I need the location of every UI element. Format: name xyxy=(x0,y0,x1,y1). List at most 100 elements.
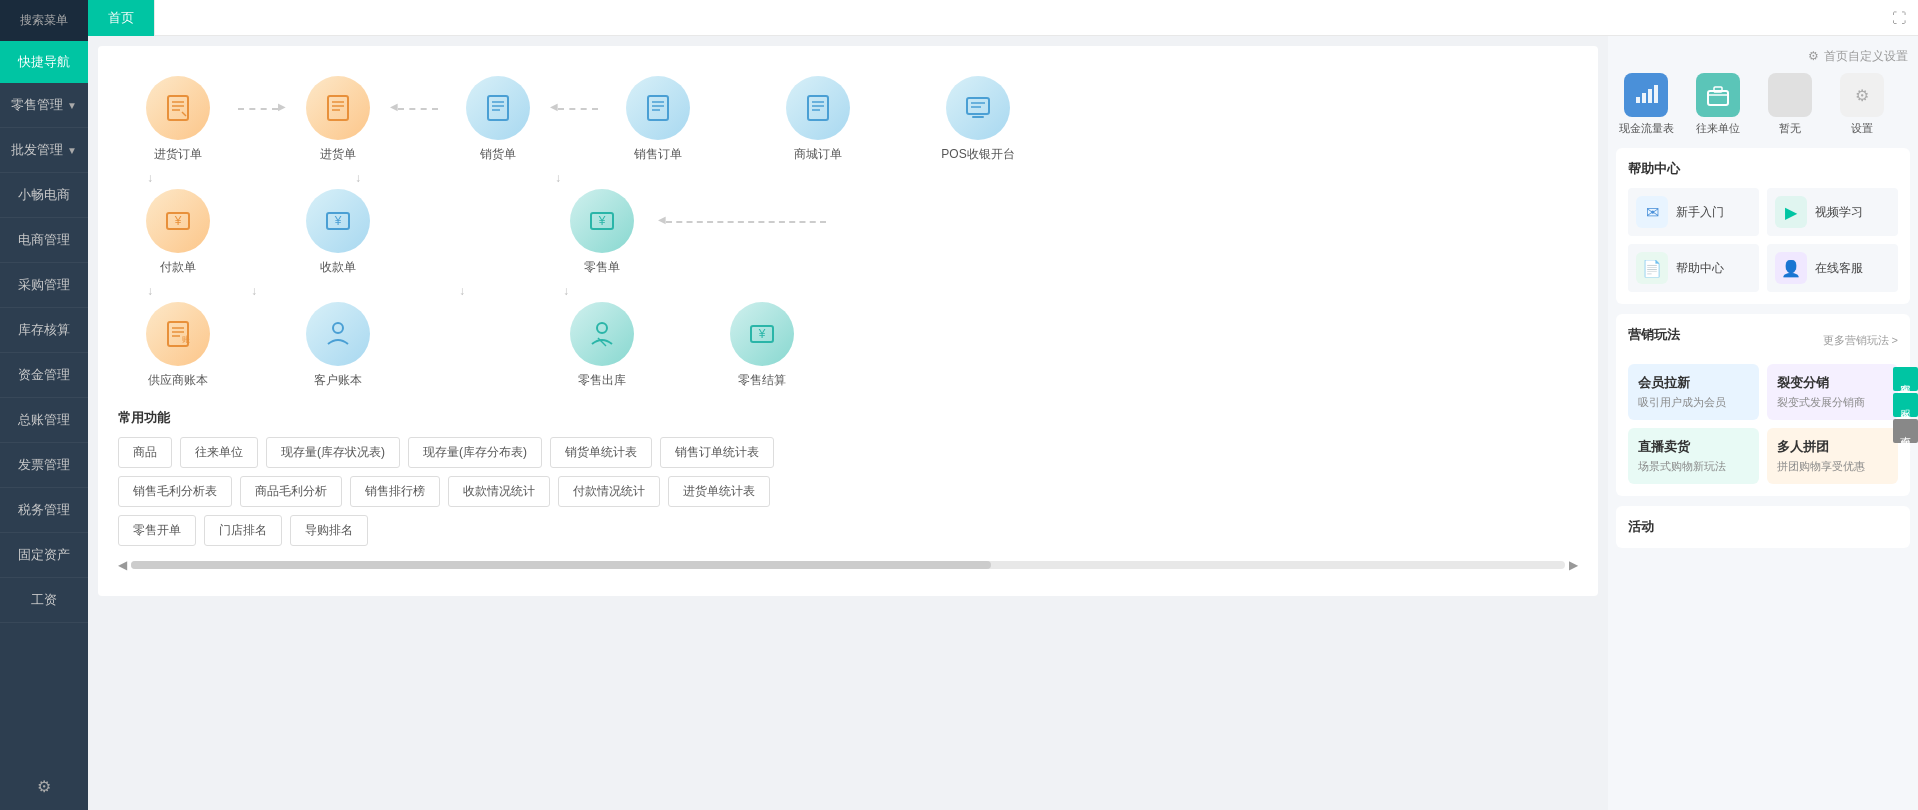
flow-node-retail-settle[interactable]: ¥ 零售结算 xyxy=(702,302,822,389)
help-label: 帮助中心 xyxy=(1676,260,1724,277)
white-card: 进货订单 xyxy=(98,46,1598,596)
marketing-member[interactable]: 会员拉新 吸引用户成为会员 xyxy=(1628,364,1759,420)
sidebar-settings-icon[interactable]: ⚙ xyxy=(0,763,88,810)
marketing-split[interactable]: 裂变分销 裂变式发展分销商 xyxy=(1767,364,1898,420)
func-btn-sales-order-stats[interactable]: 销售订单统计表 xyxy=(660,437,774,468)
svg-rect-12 xyxy=(648,96,668,120)
flow-node-supplier-account[interactable]: 账 供应商账本 xyxy=(118,302,238,389)
func-btn-units[interactable]: 往来单位 xyxy=(180,437,258,468)
scroll-thumb xyxy=(131,561,991,569)
cash-flow-icon xyxy=(1624,73,1668,117)
func-btn-stock-dist[interactable]: 现存量(库存分布表) xyxy=(408,437,542,468)
svg-text:¥: ¥ xyxy=(758,327,766,341)
flow-node-mall-order[interactable]: 商城订单 xyxy=(758,76,878,163)
common-functions: 常用功能 商品 往来单位 现存量(库存状况表) 现存量(库存分布表) 销货单统计… xyxy=(118,409,1578,546)
func-btn-guide-rank[interactable]: 导购排名 xyxy=(290,515,368,546)
quick-icon-cash-flow[interactable]: 现金流量表 xyxy=(1616,73,1676,136)
activity-title: 活动 xyxy=(1628,518,1898,536)
float-btn-desktop[interactable]: 桌面快捷 xyxy=(1893,419,1918,443)
scroll-right-arrow[interactable]: ▶ xyxy=(1569,558,1578,572)
marketing-group[interactable]: 多人拼团 拼团购物享受优惠 xyxy=(1767,428,1898,484)
sidebar-item-ecommerce[interactable]: 电商管理 xyxy=(0,218,88,263)
func-btn-store-rank[interactable]: 门店排名 xyxy=(204,515,282,546)
func-btn-payment-stats[interactable]: 付款情况统计 xyxy=(558,476,660,507)
flow-node-receipt[interactable]: ¥ 收款单 xyxy=(278,189,398,276)
flow-node-purchase-bill[interactable]: 进货单 xyxy=(278,76,398,163)
scroll-left-arrow[interactable]: ◀ xyxy=(118,558,127,572)
sidebar-item-payroll[interactable]: 工资 xyxy=(0,578,88,623)
svg-text:¥: ¥ xyxy=(334,214,342,228)
sidebar-item-ledger[interactable]: 总账管理 xyxy=(0,398,88,443)
flow-node-sales-bill[interactable]: 销货单 xyxy=(438,76,558,163)
flow-node-sales-order[interactable]: 销售订单 xyxy=(598,76,718,163)
quick-icon-units[interactable]: 往来单位 xyxy=(1688,73,1748,136)
func-btn-goods[interactable]: 商品 xyxy=(118,437,172,468)
svg-rect-4 xyxy=(328,96,348,120)
svg-rect-46 xyxy=(1714,87,1722,92)
flow-node-customer-account[interactable]: 客户账本 xyxy=(278,302,398,389)
flow-node-retail-bill[interactable]: ¥ 零售单 xyxy=(542,189,662,276)
help-item-help[interactable]: 📄 帮助中心 xyxy=(1628,244,1759,292)
flow-node-pos[interactable]: POS收银开台 xyxy=(918,76,1038,163)
sidebar-quick-nav[interactable]: 快捷导航 xyxy=(0,41,88,83)
flow-node-payment[interactable]: ¥ 付款单 xyxy=(118,189,238,276)
topbar: 首页 ⛶ xyxy=(88,0,1918,36)
sidebar-item-purchase[interactable]: 采购管理 xyxy=(0,263,88,308)
flow-diagram: 进货订单 xyxy=(118,66,1578,399)
group-title: 多人拼团 xyxy=(1777,438,1888,456)
sidebar-item-finance[interactable]: 资金管理 xyxy=(0,353,88,398)
home-customize[interactable]: ⚙ 首页自定义设置 xyxy=(1616,44,1910,73)
quick-icons-row: 现金流量表 往来单位 暂无 xyxy=(1616,73,1910,136)
sidebar-search[interactable]: 搜索菜单 xyxy=(0,0,88,41)
func-btn-sales-rank[interactable]: 销售排行榜 xyxy=(350,476,440,507)
expand-icon[interactable]: ⛶ xyxy=(1880,10,1918,26)
settings-icon: ⚙ xyxy=(1808,49,1819,63)
arrow-purchase-to-bill xyxy=(238,108,278,110)
chevron-down-icon: ▼ xyxy=(67,145,77,156)
activity-section: 活动 xyxy=(1616,506,1910,548)
flow-node-purchase-order[interactable]: 进货订单 xyxy=(118,76,238,163)
video-label: 视频学习 xyxy=(1815,204,1863,221)
customer-account-icon xyxy=(306,302,370,366)
sidebar-item-inventory[interactable]: 库存核算 xyxy=(0,308,88,353)
help-grid: ✉ 新手入门 ▶ 视频学习 📄 帮助中心 👤 在线客服 xyxy=(1628,188,1898,292)
float-btn-community[interactable]: 服务社区 xyxy=(1893,393,1918,417)
mall-order-icon xyxy=(786,76,850,140)
sidebar-item-invoice[interactable]: 发票管理 xyxy=(0,443,88,488)
func-btn-receipt-stats[interactable]: 收款情况统计 xyxy=(448,476,550,507)
func-btn-sales-stats[interactable]: 销货单统计表 xyxy=(550,437,652,468)
customer-account-label: 客户账本 xyxy=(314,372,362,389)
sidebar-item-wholesale[interactable]: 批发管理 ▼ xyxy=(0,128,88,173)
settings-icon-box: ⚙ xyxy=(1840,73,1884,117)
more-marketing-link[interactable]: 更多营销玩法 > xyxy=(1823,333,1898,348)
scroll-track[interactable] xyxy=(131,561,1565,569)
purchase-order-icon xyxy=(146,76,210,140)
marketing-live[interactable]: 直播卖货 场景式购物新玩法 xyxy=(1628,428,1759,484)
floating-buttons: 客服热线 服务社区 桌面快捷 xyxy=(1893,367,1918,443)
sidebar-item-tax[interactable]: 税务管理 xyxy=(0,488,88,533)
svg-rect-44 xyxy=(1708,91,1728,105)
pos-label: POS收银开台 xyxy=(941,146,1014,163)
func-btn-purchase-stats[interactable]: 进货单统计表 xyxy=(668,476,770,507)
sidebar-item-ecommerce-small[interactable]: 小畅电商 xyxy=(0,173,88,218)
func-btn-goods-profit[interactable]: 商品毛利分析 xyxy=(240,476,342,507)
sidebar-item-assets[interactable]: 固定资产 xyxy=(0,533,88,578)
sidebar-item-retail[interactable]: 零售管理 ▼ xyxy=(0,83,88,128)
scrollbar: ◀ ▶ xyxy=(118,554,1578,576)
func-btn-sales-profit[interactable]: 销售毛利分析表 xyxy=(118,476,232,507)
func-btn-stock-status[interactable]: 现存量(库存状况表) xyxy=(266,437,400,468)
func-btn-retail-order[interactable]: 零售开单 xyxy=(118,515,196,546)
mall-order-label: 商城订单 xyxy=(794,146,842,163)
help-item-newbie[interactable]: ✉ 新手入门 xyxy=(1628,188,1759,236)
marketing-title: 营销玩法 xyxy=(1628,326,1680,344)
float-btn-customer-service[interactable]: 客服热线 xyxy=(1893,367,1918,391)
func-row-1: 商品 往来单位 现存量(库存状况表) 现存量(库存分布表) 销货单统计表 销售订… xyxy=(118,437,1578,468)
tab-home[interactable]: 首页 xyxy=(88,0,155,36)
main-content: 进货订单 xyxy=(88,36,1608,810)
help-item-service[interactable]: 👤 在线客服 xyxy=(1767,244,1898,292)
flow-node-retail-out[interactable]: 零售出库 xyxy=(542,302,662,389)
svg-rect-40 xyxy=(1636,97,1640,103)
help-item-video[interactable]: ▶ 视频学习 xyxy=(1767,188,1898,236)
quick-icon-settings[interactable]: ⚙ 设置 xyxy=(1832,73,1892,136)
purchase-order-label: 进货订单 xyxy=(154,146,202,163)
